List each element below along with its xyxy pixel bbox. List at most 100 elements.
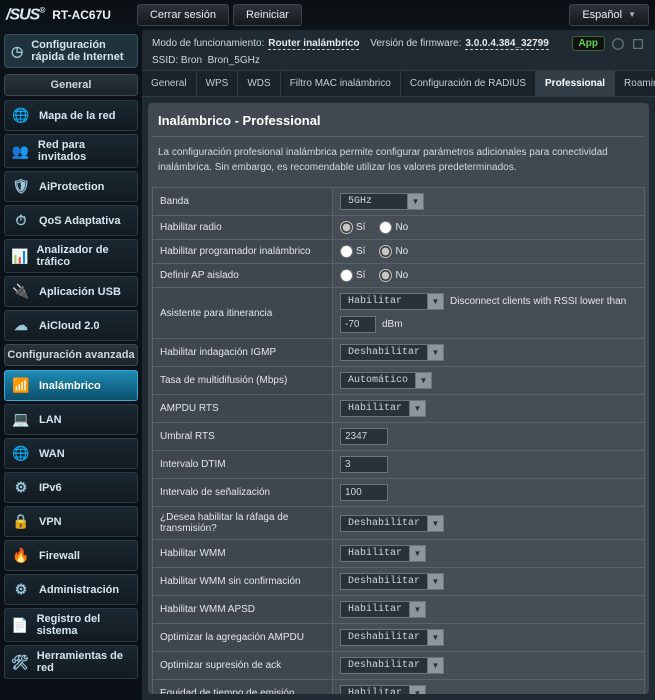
tab-general[interactable]: General	[142, 71, 197, 96]
main-area: Modo de funcionamiento: Router inalámbri…	[142, 30, 655, 700]
lan-icon: 💻	[11, 410, 31, 430]
radio-enable-no[interactable]: No	[379, 221, 408, 234]
sidebar-header-advanced: Configuración avanzada	[4, 344, 138, 366]
scheduler-no[interactable]: No	[379, 245, 408, 258]
apisolate-group: Sí No	[340, 269, 637, 282]
sidebar-item-aiprotection[interactable]: 🛡AiProtection	[4, 171, 138, 202]
status-icon-1	[611, 37, 625, 51]
usb-icon: 🔌	[11, 282, 31, 302]
panel-title: Inalámbrico - Professional	[152, 111, 645, 137]
app-badge[interactable]: App	[572, 36, 605, 51]
sidebar-item-lan[interactable]: 💻LAN	[4, 404, 138, 435]
roaming-select[interactable]: Habilitar▼	[340, 293, 444, 310]
ipv6-icon: ⚙	[11, 478, 31, 498]
globe-icon: 🌐	[11, 106, 31, 126]
settings-panel: Inalámbrico - Professional La configurac…	[148, 103, 649, 694]
sidebar-item-vpn[interactable]: 🔒VPN	[4, 506, 138, 537]
ssid-line: SSID: Bron Bron_5GHz	[142, 55, 655, 70]
radio-enable-group: Sí No	[340, 221, 637, 234]
sidebar-item-guest[interactable]: 👥Red para invitados	[4, 134, 138, 168]
quick-setup-button[interactable]: ◷ Configuración rápida de Internet	[4, 34, 138, 68]
sidebar-item-firewall[interactable]: 🔥Firewall	[4, 540, 138, 571]
rts-input[interactable]	[340, 428, 388, 445]
gear-icon: ⚙	[11, 580, 31, 600]
band-select[interactable]: 5GHz▼	[340, 193, 424, 210]
settings-table: Banda 5GHz▼ Habilitar radio Sí No Habili…	[152, 187, 645, 694]
scheduler-group: Sí No	[340, 245, 637, 258]
chevron-down-icon: ▼	[428, 515, 444, 532]
globe-icon: 🌐	[11, 444, 31, 464]
ampdu-opt-select[interactable]: Deshabilitar▼	[340, 629, 444, 646]
apisolate-no[interactable]: No	[379, 269, 408, 282]
sidebar-item-wan[interactable]: 🌐WAN	[4, 438, 138, 469]
tab-professional[interactable]: Professional	[536, 71, 615, 96]
chevron-down-icon: ▼	[428, 293, 444, 310]
radio-enable-yes[interactable]: Sí	[340, 221, 365, 234]
chevron-down-icon: ▼	[408, 193, 424, 210]
tools-icon: 🛠	[11, 652, 29, 672]
ack-supp-select[interactable]: Deshabilitar▼	[340, 657, 444, 674]
language-select[interactable]: Español ▼	[569, 4, 649, 26]
chevron-down-icon: ▼	[428, 657, 444, 674]
chevron-down-icon: ▼	[410, 601, 426, 618]
wmm-apsd-select[interactable]: Habilitar▼	[340, 601, 426, 618]
shield-icon: 🛡	[11, 177, 31, 197]
airtime-select[interactable]: Habilitar▼	[340, 685, 426, 694]
info-bar: Modo de funcionamiento: Router inalámbri…	[142, 30, 655, 55]
sidebar-item-nettools[interactable]: 🛠Herramientas de red	[4, 645, 138, 679]
sidebar: ◷ Configuración rápida de Internet Gener…	[0, 30, 142, 700]
chevron-down-icon: ▼	[428, 344, 444, 361]
chevron-down-icon: ▼	[416, 372, 432, 389]
tabs: General WPS WDS Filtro MAC inalámbrico C…	[142, 70, 655, 97]
sidebar-item-wireless[interactable]: 📶Inalámbrico	[4, 370, 138, 401]
tab-wds[interactable]: WDS	[238, 71, 280, 96]
txburst-select[interactable]: Deshabilitar▼	[340, 515, 444, 532]
chevron-down-icon: ▼	[410, 545, 426, 562]
ampdurts-select[interactable]: Habilitar▼	[340, 400, 426, 417]
tab-radius[interactable]: Configuración de RADIUS	[401, 71, 536, 96]
language-label: Español	[582, 5, 622, 25]
top-bar: /SUS® RT-AC67U Cerrar sesión Reiniciar E…	[0, 0, 655, 30]
apisolate-yes[interactable]: Sí	[340, 269, 365, 282]
fw-version-link[interactable]: 3.0.0.4.384_32799	[465, 38, 548, 50]
sidebar-header-general: General	[4, 74, 138, 96]
log-icon: 📄	[11, 615, 29, 635]
chevron-down-icon: ▼	[428, 573, 444, 590]
sidebar-item-usb[interactable]: 🔌Aplicación USB	[4, 276, 138, 307]
chevron-down-icon: ▼	[410, 400, 426, 417]
wmm-noack-select[interactable]: Deshabilitar▼	[340, 573, 444, 590]
tab-wps[interactable]: WPS	[197, 71, 239, 96]
rssi-input[interactable]	[340, 316, 376, 333]
chevron-down-icon: ▼	[410, 685, 426, 694]
wifi-icon: 📶	[11, 376, 31, 396]
speed-icon: ⏱	[11, 211, 31, 231]
dtim-input[interactable]	[340, 456, 388, 473]
wmm-select[interactable]: Habilitar▼	[340, 545, 426, 562]
sidebar-item-traffic[interactable]: 📊Analizador de tráfico	[4, 239, 138, 273]
chevron-down-icon: ▼	[428, 629, 444, 646]
model-name: RT-AC67U	[52, 8, 111, 22]
op-mode-link[interactable]: Router inalámbrico	[268, 38, 359, 50]
tab-roaming-block[interactable]: Roaming Block List	[615, 71, 655, 96]
brand-logo: /SUS®	[6, 6, 44, 24]
vpn-icon: 🔒	[11, 512, 31, 532]
sidebar-item-admin[interactable]: ⚙Administración	[4, 574, 138, 605]
multicast-select[interactable]: Automático▼	[340, 372, 432, 389]
sidebar-item-syslog[interactable]: 📄Registro del sistema	[4, 608, 138, 642]
beacon-input[interactable]	[340, 484, 388, 501]
igmp-select[interactable]: Deshabilitar▼	[340, 344, 444, 361]
sidebar-item-aicloud[interactable]: ☁AiCloud 2.0	[4, 310, 138, 341]
status-icon-2	[631, 37, 645, 51]
sidebar-item-qos[interactable]: ⏱QoS Adaptativa	[4, 205, 138, 236]
logout-button[interactable]: Cerrar sesión	[137, 4, 229, 26]
panel-desc: La configuración profesional inalámbrica…	[152, 137, 645, 187]
tab-macfilter[interactable]: Filtro MAC inalámbrico	[281, 71, 401, 96]
reboot-button[interactable]: Reiniciar	[233, 4, 302, 26]
sidebar-item-netmap[interactable]: 🌐Mapa de la red	[4, 100, 138, 131]
sidebar-item-ipv6[interactable]: ⚙IPv6	[4, 472, 138, 503]
chevron-down-icon: ▼	[628, 5, 636, 25]
fire-icon: 🔥	[11, 546, 31, 566]
users-icon: 👥	[11, 141, 30, 161]
cloud-icon: ☁	[11, 316, 31, 336]
scheduler-yes[interactable]: Sí	[340, 245, 365, 258]
